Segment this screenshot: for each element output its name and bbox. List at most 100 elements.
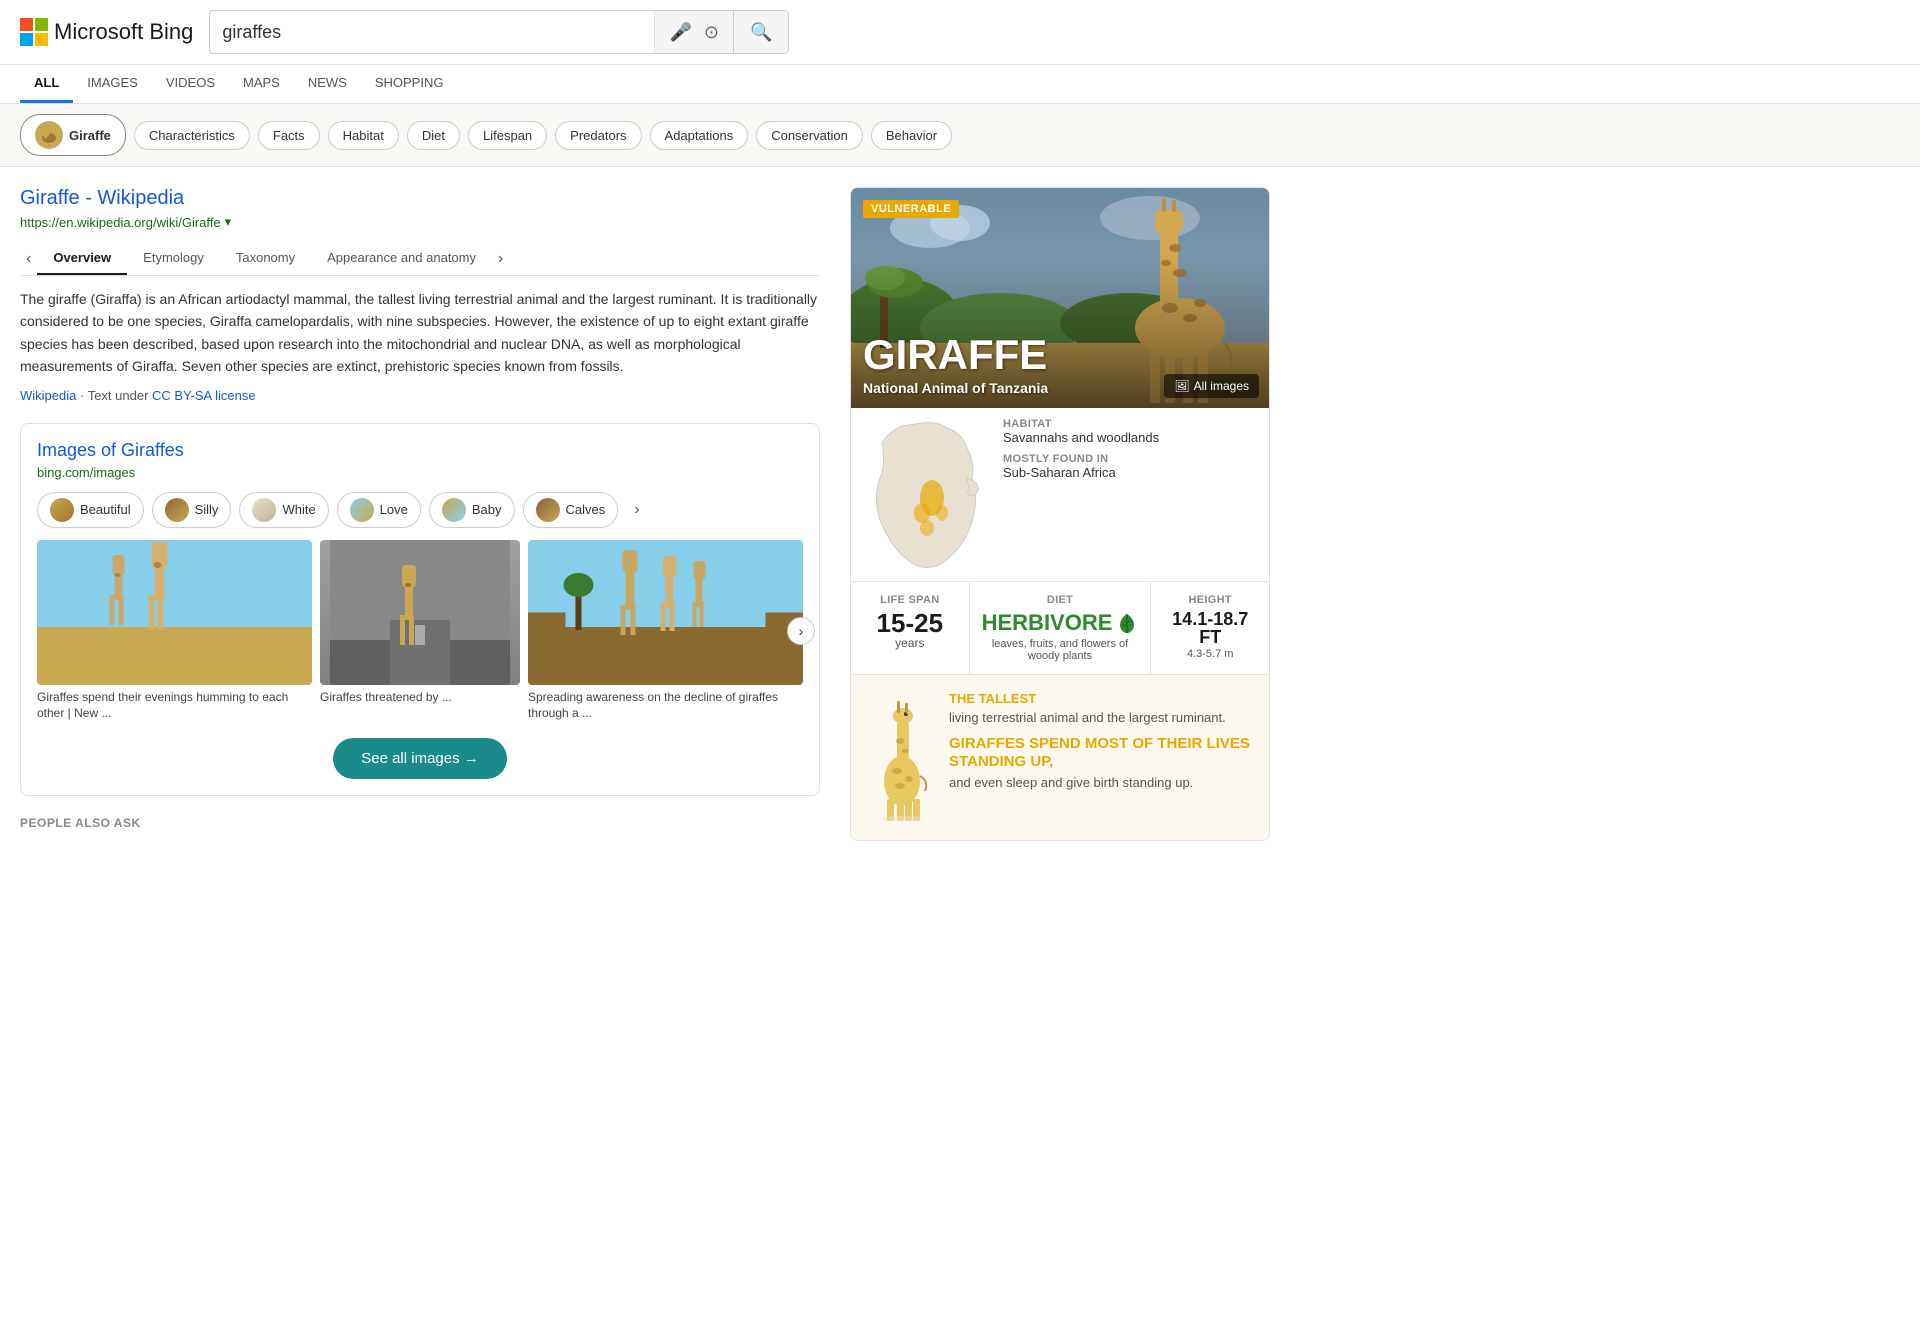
pill-diet-label: Diet	[422, 128, 445, 143]
image-pill-silly[interactable]: Silly	[152, 492, 232, 528]
pill-behavior[interactable]: Behavior	[871, 121, 952, 150]
image-pill-right-arrow[interactable]: ›	[626, 497, 647, 523]
image-caption-1: Giraffes spend their evenings humming to…	[37, 689, 312, 723]
africa-map-section: HABITAT Savannahs and woodlands MOSTLY F…	[851, 408, 1269, 581]
camera-button[interactable]: ⊙	[702, 20, 721, 45]
knowledge-card: VULNERABLE GIRAFFE National Animal of Ta…	[850, 187, 1270, 841]
nav-tab-images[interactable]: IMAGES	[73, 65, 152, 103]
habitat-value: Savannahs and woodlands	[1003, 430, 1253, 445]
image-pill-label-white: White	[282, 502, 315, 517]
image-pill-thumb-white	[252, 498, 276, 522]
main-layout: Giraffe - Wikipedia https://en.wikipedia…	[0, 167, 1320, 861]
pill-predators-label: Predators	[570, 128, 626, 143]
giraffe-scene-1	[37, 540, 312, 685]
image-pill-love[interactable]: Love	[337, 492, 421, 528]
image-pill-thumb-beautiful	[50, 498, 74, 522]
search-icons-group: 🎤 ⊙	[654, 11, 733, 53]
height-stat-value: 14.1-18.7 FT	[1163, 610, 1257, 646]
kc-subtitle: National Animal of Tanzania	[863, 380, 1048, 396]
pill-conservation[interactable]: Conservation	[756, 121, 863, 150]
wiki-tab-appearance[interactable]: Appearance and anatomy	[311, 242, 492, 275]
giraffe-avatar	[35, 121, 63, 149]
wiki-tab-right-arrow[interactable]: ›	[492, 244, 509, 274]
image-item-1[interactable]: Giraffes spend their evenings humming to…	[37, 540, 312, 723]
diet-stat: DIET HERBIVORE leaves, fruits, and flowe…	[970, 582, 1152, 674]
pill-habitat[interactable]: Habitat	[328, 121, 399, 150]
wiki-source-link[interactable]: Wikipedia	[20, 388, 76, 403]
image-pill-baby[interactable]: Baby	[429, 492, 515, 528]
pill-lifespan[interactable]: Lifespan	[468, 121, 547, 150]
wiki-url-link[interactable]: https://en.wikipedia.org/wiki/Giraffe	[20, 215, 221, 230]
image-pill-label-love: Love	[380, 502, 408, 517]
all-images-button[interactable]: 🖼 All images	[1164, 374, 1259, 398]
wiki-tab-etymology[interactable]: Etymology	[127, 242, 220, 275]
fun-fact-text: THE TALLEST living terrestrial animal an…	[949, 691, 1253, 790]
mic-button[interactable]: 🎤	[667, 20, 693, 45]
image-pill-white[interactable]: White	[239, 492, 328, 528]
diet-stat-sub: leaves, fruits, and flowers of woody pla…	[982, 638, 1139, 662]
nav-tab-news[interactable]: NEWS	[294, 65, 361, 103]
search-submit-button[interactable]: 🔍	[733, 11, 788, 53]
see-all-images-button[interactable]: See all images →	[333, 738, 507, 779]
wiki-result-title[interactable]: Giraffe - Wikipedia	[20, 187, 820, 210]
image-item-2[interactable]: Giraffes threatened by ...	[320, 540, 520, 723]
wiki-tab-overview[interactable]: Overview	[37, 242, 127, 275]
header: Microsoft Bing 🎤 ⊙ 🔍	[0, 0, 1920, 65]
pill-adaptations-label: Adaptations	[665, 128, 734, 143]
giraffe-scene-2	[320, 540, 520, 685]
image-pill-label-silly: Silly	[195, 502, 219, 517]
africa-map-svg	[867, 418, 987, 568]
nav-tab-shopping[interactable]: SHOPPING	[361, 65, 458, 103]
wiki-result-source: Wikipedia · Text under CC BY-SA license	[20, 388, 820, 403]
right-column: VULNERABLE GIRAFFE National Animal of Ta…	[850, 187, 1270, 841]
image-pill-thumb-calves	[536, 498, 560, 522]
kc-facts: HABITAT Savannahs and woodlands MOSTLY F…	[1003, 418, 1253, 488]
search-input[interactable]	[210, 22, 654, 43]
fun-fact-standing-desc: and even sleep and give birth standing u…	[949, 775, 1253, 790]
giraffe-drawing-container	[867, 691, 937, 824]
lifespan-stat-label: LIFE SPAN	[863, 594, 957, 606]
lifespan-stat-value: 15-25	[863, 610, 957, 636]
image-pill-calves[interactable]: Calves	[523, 492, 619, 528]
nav-tab-maps[interactable]: MAPS	[229, 65, 294, 103]
image-grid-right-arrow[interactable]: ›	[787, 617, 815, 645]
wiki-tab-taxonomy[interactable]: Taxonomy	[220, 242, 311, 275]
wiki-tab-left-arrow[interactable]: ‹	[20, 244, 37, 274]
found-in-value: Sub-Saharan Africa	[1003, 465, 1253, 480]
lifespan-stat: LIFE SPAN 15-25 years	[851, 582, 970, 674]
image-placeholder-1	[37, 540, 312, 685]
diet-stat-value: HERBIVORE	[982, 610, 1113, 636]
pill-diet[interactable]: Diet	[407, 121, 460, 150]
image-pill-thumb-love	[350, 498, 374, 522]
pill-facts[interactable]: Facts	[258, 121, 320, 150]
image-pill-label-baby: Baby	[472, 502, 502, 517]
africa-map	[867, 418, 987, 571]
height-stat: HEIGHT 14.1-18.7 FT 4.3-5.7 m	[1151, 582, 1269, 674]
image-placeholder-2	[320, 540, 520, 685]
wiki-result-url: https://en.wikipedia.org/wiki/Giraffe ▾	[20, 214, 820, 230]
pill-characteristics[interactable]: Characteristics	[134, 121, 250, 150]
fun-fact-tall-desc: living terrestrial animal and the larges…	[949, 710, 1253, 725]
image-pill-thumb-silly	[165, 498, 189, 522]
image-grid: Giraffes spend their evenings humming to…	[37, 540, 803, 723]
nav-tab-videos[interactable]: VIDEOS	[152, 65, 229, 103]
wiki-url-dropdown[interactable]: ▾	[225, 214, 232, 230]
pill-giraffe[interactable]: Giraffe	[20, 114, 126, 156]
wiki-result-body: The giraffe (Giraffa) is an African arti…	[20, 288, 820, 378]
pill-predators[interactable]: Predators	[555, 121, 641, 150]
fun-fact-tall-label: THE TALLEST	[949, 691, 1253, 706]
image-pill-beautiful[interactable]: Beautiful	[37, 492, 144, 528]
habitat-label: HABITAT	[1003, 418, 1253, 430]
wiki-license-link[interactable]: CC BY-SA license	[152, 388, 256, 403]
pill-adaptations[interactable]: Adaptations	[650, 121, 749, 150]
images-section-title[interactable]: Images of Giraffes	[37, 440, 803, 461]
nav-tab-all[interactable]: ALL	[20, 65, 73, 103]
leaf-icon	[1116, 612, 1138, 634]
pill-conservation-label: Conservation	[771, 128, 848, 143]
vulnerable-badge: VULNERABLE	[863, 200, 959, 218]
image-item-3[interactable]: Spreading awareness on the decline of gi…	[528, 540, 803, 723]
pill-characteristics-label: Characteristics	[149, 128, 235, 143]
kc-main-title: GIRAFFE	[863, 334, 1048, 376]
entity-pill-strip: Giraffe Characteristics Facts Habitat Di…	[0, 104, 1920, 167]
wiki-source-suffix: · Text under	[80, 388, 152, 403]
